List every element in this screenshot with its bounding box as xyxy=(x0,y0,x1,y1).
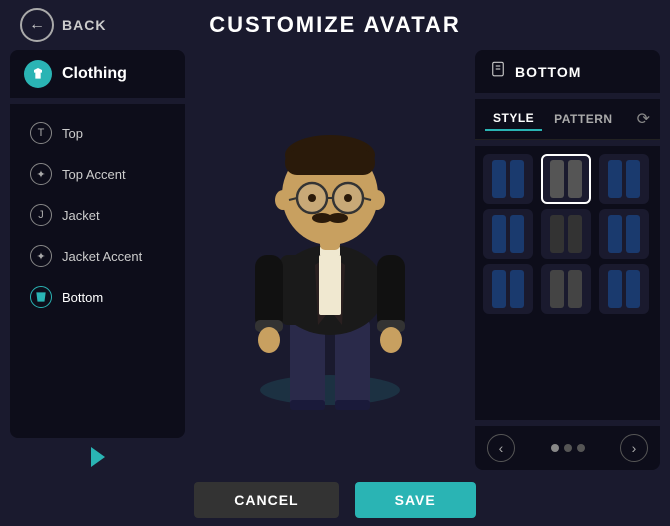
nav-dots xyxy=(551,444,585,452)
style-grid xyxy=(475,146,660,420)
sidebar-next[interactable] xyxy=(10,444,185,470)
main-content: Clothing T Top ✦ Top Accent J Jacket ✦ J… xyxy=(0,50,670,470)
jacket-accent-icon: ✦ xyxy=(30,245,52,267)
style-item-5[interactable] xyxy=(541,209,591,259)
next-icon: › xyxy=(632,440,637,456)
panel-tabs: STYLE PATTERN ⟳ xyxy=(475,99,660,140)
nav-dot-2 xyxy=(564,444,572,452)
next-arrow-icon xyxy=(91,447,105,467)
sidebar: Clothing T Top ✦ Top Accent J Jacket ✦ J… xyxy=(10,50,185,470)
style-item-2[interactable] xyxy=(541,154,591,204)
style-item-7[interactable] xyxy=(483,264,533,314)
footer: CANCEL SAVE xyxy=(0,470,670,526)
bottom-icon xyxy=(30,286,52,308)
sidebar-item-bottom[interactable]: Bottom xyxy=(16,277,179,317)
clothing-icon xyxy=(24,60,52,88)
panel-icon xyxy=(489,60,507,83)
panel-nav: ‹ › xyxy=(475,426,660,470)
panel-header: BOTTOM xyxy=(475,50,660,93)
style-item-4[interactable] xyxy=(483,209,533,259)
style-item-1[interactable] xyxy=(483,154,533,204)
category-header: Clothing xyxy=(10,50,185,98)
page-title: CUSTOMIZE AVATAR xyxy=(209,12,461,38)
bottom-label: Bottom xyxy=(62,290,103,305)
jacket-label: Jacket xyxy=(62,208,100,223)
nav-dot-1 xyxy=(551,444,559,452)
prev-button[interactable]: ‹ xyxy=(487,434,515,462)
next-button[interactable]: › xyxy=(620,434,648,462)
header: ← BACK CUSTOMIZE AVATAR xyxy=(0,0,670,50)
top-accent-icon: ✦ xyxy=(30,163,52,185)
tab-style[interactable]: STYLE xyxy=(485,107,542,131)
prev-icon: ‹ xyxy=(499,440,504,456)
top-accent-label: Top Accent xyxy=(62,167,126,182)
share-icon[interactable]: ⟳ xyxy=(637,109,650,129)
nav-dot-3 xyxy=(577,444,585,452)
save-button[interactable]: SAVE xyxy=(355,482,476,518)
back-circle-icon: ← xyxy=(20,8,54,42)
sidebar-item-jacket[interactable]: J Jacket xyxy=(16,195,179,235)
sidebar-item-top-accent[interactable]: ✦ Top Accent xyxy=(16,154,179,194)
avatar-display xyxy=(220,90,440,430)
top-icon: T xyxy=(30,122,52,144)
style-item-8[interactable] xyxy=(541,264,591,314)
top-label: Top xyxy=(62,126,83,141)
sidebar-item-top[interactable]: T Top xyxy=(16,113,179,153)
category-label: Clothing xyxy=(62,65,127,83)
menu-list: T Top ✦ Top Accent J Jacket ✦ Jacket Acc… xyxy=(10,104,185,438)
style-item-6[interactable] xyxy=(599,209,649,259)
style-item-3[interactable] xyxy=(599,154,649,204)
right-panel: BOTTOM STYLE PATTERN ⟳ xyxy=(475,50,660,470)
cancel-button[interactable]: CANCEL xyxy=(194,482,338,518)
sidebar-item-jacket-accent[interactable]: ✦ Jacket Accent xyxy=(16,236,179,276)
panel-title: BOTTOM xyxy=(515,64,581,80)
tab-pattern[interactable]: PATTERN xyxy=(546,108,620,130)
avatar-area xyxy=(195,50,465,470)
style-item-9[interactable] xyxy=(599,264,649,314)
back-button[interactable]: ← BACK xyxy=(20,8,106,42)
back-label: BACK xyxy=(62,17,106,33)
jacket-icon: J xyxy=(30,204,52,226)
jacket-accent-label: Jacket Accent xyxy=(62,249,142,264)
